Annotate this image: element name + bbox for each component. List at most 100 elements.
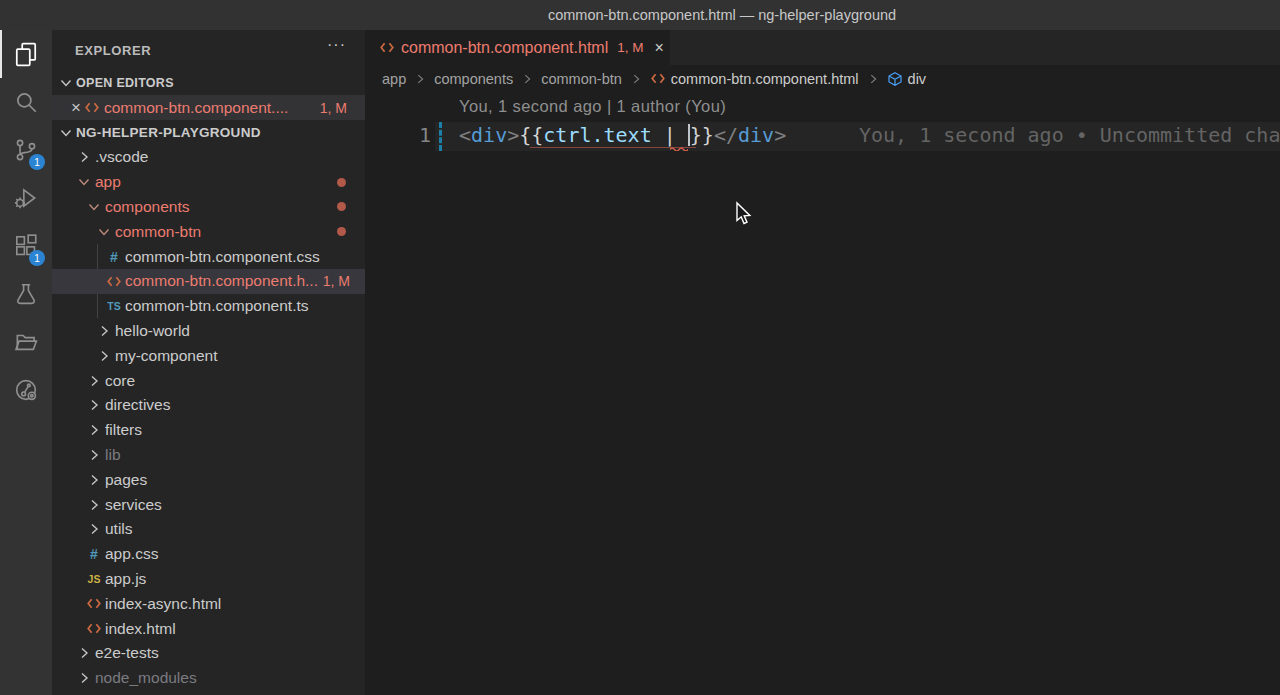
badge: 1 — [29, 154, 45, 170]
breadcrumb-file[interactable]: common-btn.component.html — [671, 71, 859, 87]
breadcrumb-item[interactable]: app — [382, 71, 406, 87]
sidebar-header: EXPLORER ··· — [52, 30, 365, 70]
tree-item-label: index.html — [105, 620, 176, 638]
js-file-icon: JS — [86, 571, 102, 587]
chevron-right-icon — [86, 521, 102, 537]
open-editors-section-header[interactable]: OPEN EDITORS — [52, 70, 365, 95]
activity-item-gitlens[interactable] — [0, 366, 52, 414]
close-icon[interactable]: × — [71, 99, 81, 116]
tab-problems-badge: 1, M — [617, 40, 643, 55]
activity-item-run-debug[interactable] — [0, 174, 52, 222]
tree-folder-components[interactable]: components — [52, 195, 365, 220]
chevron-down-icon — [58, 125, 74, 141]
code-token: </ — [714, 123, 738, 147]
breadcrumb-item[interactable]: components — [434, 71, 513, 87]
code-token: > — [774, 123, 786, 147]
html-file-icon — [86, 621, 102, 637]
css-file-icon: # — [106, 249, 122, 265]
symbol-element-icon — [887, 71, 903, 87]
error-squiggle — [670, 146, 688, 151]
tree-item-label: services — [105, 496, 162, 514]
chevron-right-icon — [96, 323, 112, 339]
tree-folder-common-btn[interactable]: common-btn — [52, 219, 365, 244]
tree-file-common-btn-component-h-[interactable]: common-btn.component.h...1, M — [52, 269, 365, 294]
inline-blame-annotation: You, 1 second ago • Uncommitted cha — [859, 123, 1280, 147]
chevron-down-icon — [58, 75, 74, 91]
explorer-sidebar: EXPLORER ··· OPEN EDITORS × common-btn.c… — [52, 30, 365, 695]
code-token: ctrl.text — [543, 123, 651, 147]
flask-icon — [13, 281, 39, 307]
tree-item-label: e2e-tests — [95, 644, 159, 662]
tree-folder-core[interactable]: core — [52, 368, 365, 393]
tab-common-btn-component-html[interactable]: common-btn.component.html 1, M × — [365, 30, 670, 65]
code-token: < — [459, 123, 471, 147]
tree-folder-app[interactable]: app — [52, 170, 365, 195]
tree-item-label: filters — [105, 421, 142, 439]
mouse-cursor — [731, 201, 755, 231]
sidebar-title: EXPLORER — [75, 43, 151, 58]
tab-label: common-btn.component.html — [401, 39, 608, 57]
breadcrumb-item[interactable]: common-btn — [541, 71, 622, 87]
breadcrumb-symbol[interactable]: div — [908, 71, 927, 87]
chevron-right-icon — [86, 397, 102, 413]
error-dot-badge — [337, 178, 346, 187]
chevron-right-icon — [86, 422, 102, 438]
more-actions-icon[interactable]: ··· — [327, 36, 346, 54]
chevron-right-icon — [86, 373, 102, 389]
close-icon[interactable]: × — [654, 40, 663, 56]
error-dot-badge — [337, 227, 346, 236]
tree-folder-my-component[interactable]: my-component — [52, 343, 365, 368]
tree-folder--vscode[interactable]: .vscode — [52, 145, 365, 170]
html-file-icon — [650, 71, 666, 87]
problems-modified-badge: 1, M — [320, 100, 347, 116]
tree-folder-e2e-tests[interactable]: e2e-tests — [52, 641, 365, 666]
activity-item-folder[interactable] — [0, 318, 52, 366]
activity-item-source-control[interactable]: 1 — [0, 126, 52, 174]
editor-area: common-btn.component.html 1, M × app comp… — [365, 30, 1280, 695]
codelens-blame[interactable]: You, 1 second ago | 1 author (You) — [459, 97, 726, 116]
tree-folder-hello-world[interactable]: hello-world — [52, 319, 365, 344]
activity-item-extensions[interactable]: 1 — [0, 222, 52, 270]
title-bar: common-btn.component.html — ng-helper-pl… — [0, 0, 1280, 30]
tree-item-label: app — [95, 173, 121, 191]
chevron-down-icon — [76, 174, 92, 190]
chevron-right-icon — [96, 348, 112, 364]
activity-item-explorer[interactable] — [0, 30, 52, 78]
code-token: div — [471, 123, 507, 147]
code-line-1[interactable]: 1 <div>{{ctrl.text | }}</div> You, 1 sec… — [365, 122, 1280, 151]
tree-file-common-btn-component-ts[interactable]: TScommon-btn.component.ts — [52, 294, 365, 319]
tree-folder-filters[interactable]: filters — [52, 418, 365, 443]
tree-item-label: directives — [105, 396, 170, 414]
activity-item-search[interactable] — [0, 78, 52, 126]
code-token: > — [507, 123, 519, 147]
workspace-section-header[interactable]: NG-HELPER-PLAYGROUND — [52, 120, 365, 145]
activity-bar: 11 — [0, 30, 52, 695]
code-text[interactable]: <div>{{ctrl.text | }}</div> — [459, 123, 786, 147]
tree-folder-utils[interactable]: utils — [52, 517, 365, 542]
breadcrumb: app components common-btn common-btn.compon… — [365, 65, 1280, 92]
search-icon — [13, 89, 39, 115]
tree-item-label: app.css — [105, 545, 158, 563]
tree-file-index-html[interactable]: index.html — [52, 616, 365, 641]
tree-item-label: common-btn.component.css — [125, 248, 320, 266]
tab-bar: common-btn.component.html 1, M × — [365, 30, 1280, 65]
open-editor-item[interactable]: × common-btn.component.... 1, M — [52, 95, 365, 120]
tree-file-common-btn-component-css[interactable]: #common-btn.component.css — [52, 244, 365, 269]
tree-item-label: hello-world — [115, 322, 190, 340]
tree-file-index-async-html[interactable]: index-async.html — [52, 591, 365, 616]
chevron-right-icon — [76, 149, 92, 165]
folder-icon — [13, 329, 39, 355]
tree-folder-directives[interactable]: directives — [52, 393, 365, 418]
chevron-down-icon — [96, 224, 112, 240]
tree-folder-node-modules[interactable]: node_modules — [52, 666, 365, 691]
tree-file-app-css[interactable]: #app.css — [52, 542, 365, 567]
problems-modified-badge: 1, M — [323, 273, 350, 289]
tree-folder-services[interactable]: services — [52, 492, 365, 517]
tree-item-label: common-btn — [115, 223, 201, 241]
tree-file-app-js[interactable]: JSapp.js — [52, 567, 365, 592]
chevron-down-icon — [86, 199, 102, 215]
chevron-right-icon — [76, 670, 92, 686]
tree-folder-pages[interactable]: pages — [52, 467, 365, 492]
tree-folder-lib[interactable]: lib — [52, 443, 365, 468]
activity-item-testing[interactable] — [0, 270, 52, 318]
